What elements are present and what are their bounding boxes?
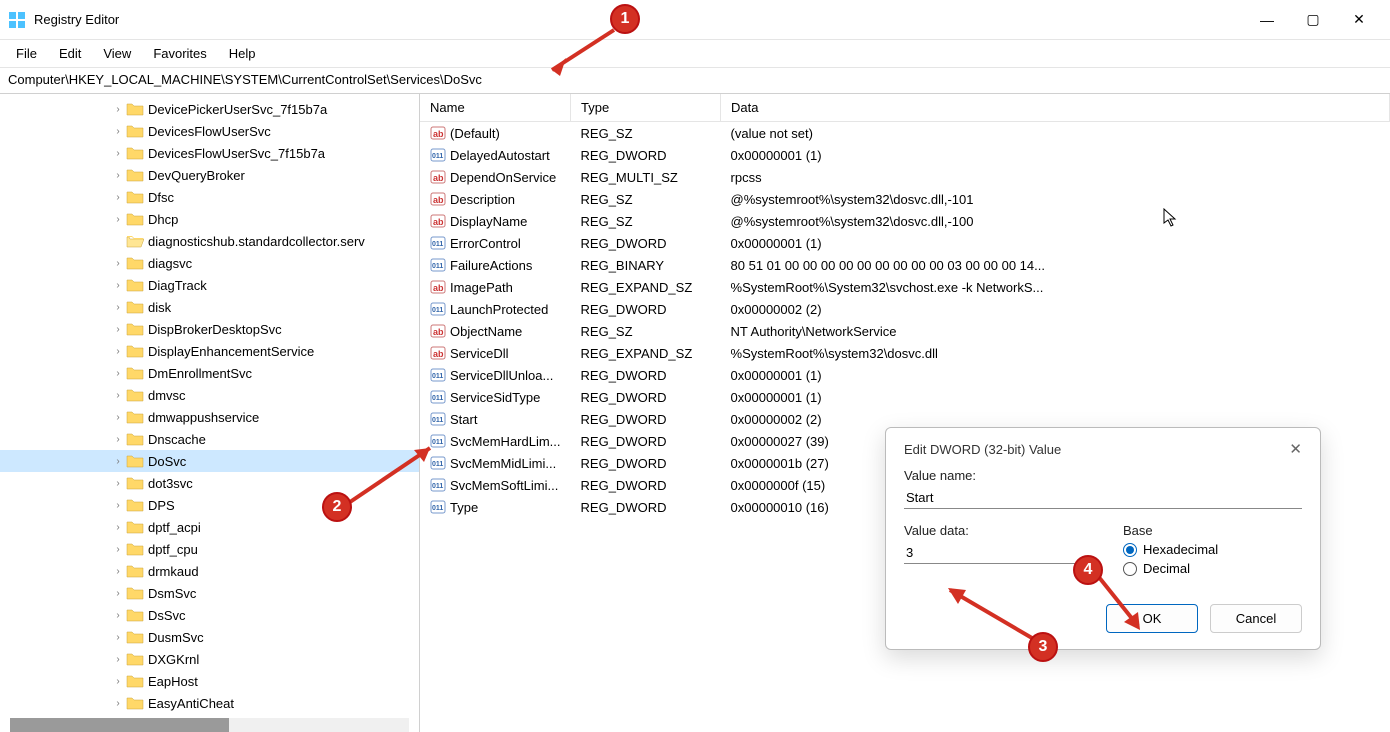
- annotation-badge-3: 3: [1028, 632, 1058, 662]
- annotation-badge-2: 2: [322, 492, 352, 522]
- annotation-badge-4: 4: [1073, 555, 1103, 585]
- annotation-arrows: [0, 0, 1390, 732]
- annotation-badge-1: 1: [610, 4, 640, 34]
